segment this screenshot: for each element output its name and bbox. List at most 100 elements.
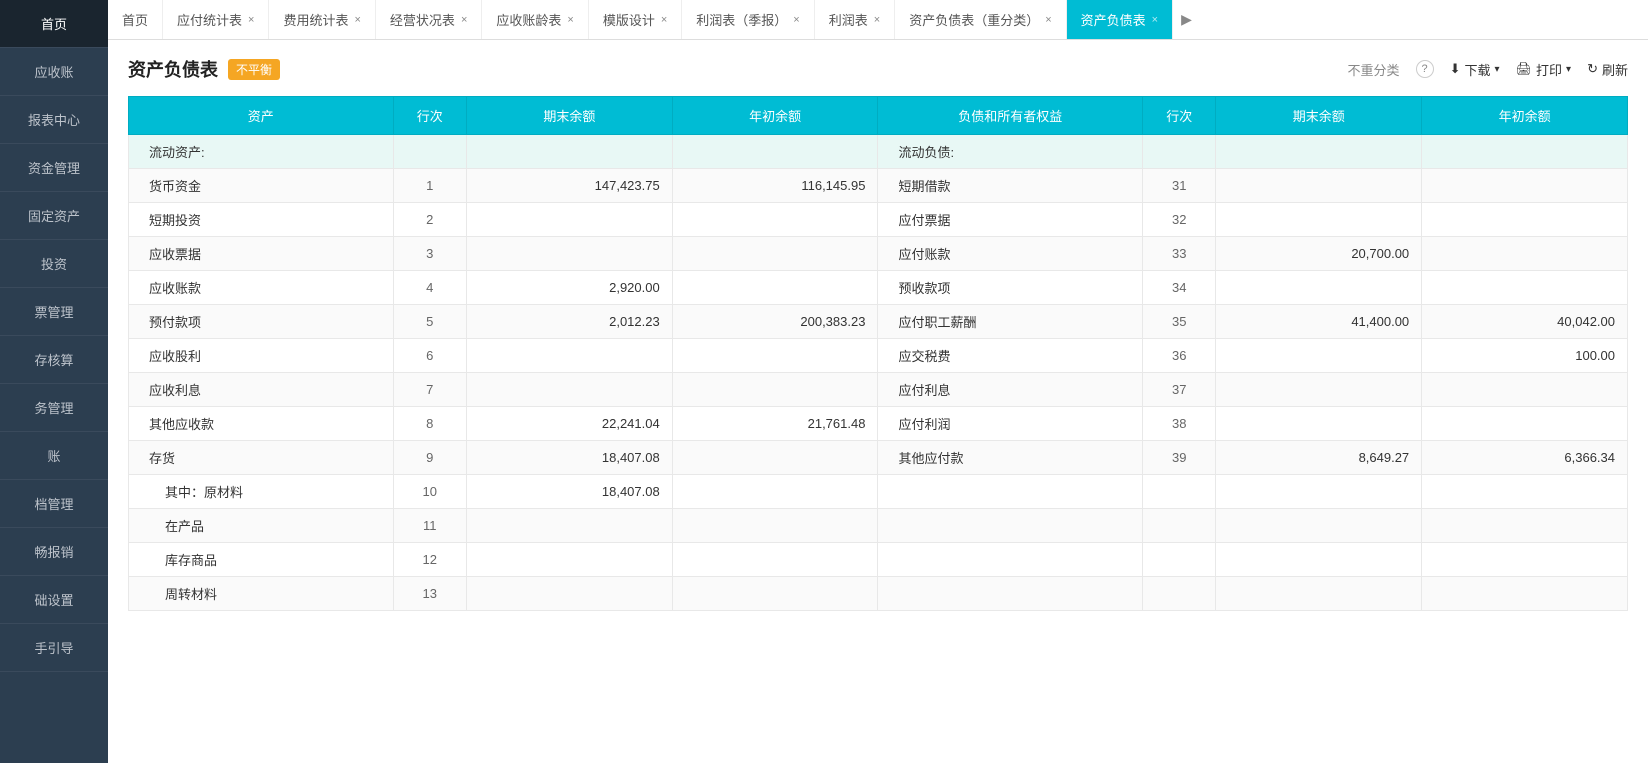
right-end-balance [1216, 339, 1422, 373]
download-button[interactable]: ⬇ 下载 ▾ [1450, 60, 1500, 79]
left-start-balance: 21,761.48 [672, 407, 878, 441]
close-tab-expense-stat[interactable]: × [354, 14, 360, 26]
right-row-num: 38 [1142, 407, 1215, 441]
sidebar-item-fixed-assets[interactable]: 固定资产 [0, 192, 108, 240]
left-label: 应收票据 [129, 237, 394, 271]
sidebar-item-home[interactable]: 首页 [0, 0, 108, 48]
right-row-num: 37 [1142, 373, 1215, 407]
left-start-balance [672, 339, 878, 373]
page-title: 资产负债表 [128, 56, 218, 82]
close-tab-profit-quarter[interactable]: × [793, 14, 799, 26]
print-chevron-icon: ▾ [1566, 64, 1571, 75]
table-row: 应收股利 6 应交税费 36 100.00 [129, 339, 1628, 373]
right-row-num [1142, 475, 1215, 509]
close-tab-ar-aging[interactable]: × [567, 14, 573, 26]
sidebar-item-bill[interactable]: 票管理 [0, 288, 108, 336]
tab-scroll-right[interactable]: ▶ [1173, 11, 1200, 28]
tab-balance-reclassified[interactable]: 资产负债表（重分类） × [895, 0, 1066, 40]
right-label: 预收款项 [878, 271, 1143, 305]
header-liability: 负债和所有者权益 [878, 97, 1143, 135]
right-end-balance [1216, 475, 1422, 509]
left-start-balance: 116,145.95 [672, 169, 878, 203]
right-row-num [1142, 509, 1215, 543]
table-row: 流动资产: 流动负债: [129, 135, 1628, 169]
close-tab-operation-stat[interactable]: × [461, 14, 467, 26]
left-start-balance [672, 475, 878, 509]
table-row: 在产品 11 [129, 509, 1628, 543]
close-tab-balance[interactable]: × [1152, 14, 1158, 26]
right-end-balance: 41,400.00 [1216, 305, 1422, 339]
tab-payable-stat[interactable]: 应付统计表 × [163, 0, 269, 40]
content-area: 资产负债表 不平衡 不重分类 ? ⬇ 下载 ▾ 🖨 打印 ▾ ↻ 刷新 [108, 40, 1648, 763]
tab-profit[interactable]: 利润表 × [815, 0, 895, 40]
left-end-balance [466, 373, 672, 407]
close-tab-payable-stat[interactable]: × [248, 14, 254, 26]
section-label-right: 流动负债: [878, 135, 1143, 169]
unbalanced-badge: 不平衡 [228, 59, 280, 80]
download-chevron-icon: ▾ [1494, 64, 1499, 75]
table-row: 库存商品 12 [129, 543, 1628, 577]
sidebar-item-ledger[interactable]: 账 [0, 432, 108, 480]
sidebar-item-task[interactable]: 务管理 [0, 384, 108, 432]
right-start-balance [1422, 577, 1628, 611]
sidebar-item-fund[interactable]: 资金管理 [0, 144, 108, 192]
right-start-balance [1422, 509, 1628, 543]
left-label: 其他应收款 [129, 407, 394, 441]
left-end-balance: 22,241.04 [466, 407, 672, 441]
main-area: 首页 应付统计表 × 费用统计表 × 经营状况表 × 应收账龄表 × 模版设计 … [108, 0, 1648, 763]
left-row-num: 6 [393, 339, 466, 373]
right-end-balance [1216, 169, 1422, 203]
right-label: 应付利息 [878, 373, 1143, 407]
close-tab-profit[interactable]: × [874, 14, 880, 26]
print-button[interactable]: 🖨 打印 ▾ [1516, 60, 1572, 79]
tab-expense-stat[interactable]: 费用统计表 × [269, 0, 375, 40]
sidebar-item-settings[interactable]: 础设置 [0, 576, 108, 624]
right-label: 应付账款 [878, 237, 1143, 271]
sidebar-item-guide[interactable]: 手引导 [0, 624, 108, 672]
right-end-balance: 20,700.00 [1216, 237, 1422, 271]
left-label: 其中：原材料 [129, 475, 394, 509]
left-end-balance: 2,920.00 [466, 271, 672, 305]
page-title-area: 资产负债表 不平衡 [128, 56, 280, 82]
sidebar-item-sales[interactable]: 畅报销 [0, 528, 108, 576]
right-label: 应付职工薪酬 [878, 305, 1143, 339]
right-start-balance [1422, 475, 1628, 509]
tab-operation-stat[interactable]: 经营状况表 × [376, 0, 482, 40]
right-row-num: 39 [1142, 441, 1215, 475]
right-row-num: 36 [1142, 339, 1215, 373]
right-start-balance: 6,366.34 [1422, 441, 1628, 475]
left-end-balance: 2,012.23 [466, 305, 672, 339]
left-start-balance [672, 441, 878, 475]
table-row: 应收利息 7 应付利息 37 [129, 373, 1628, 407]
page-header: 资产负债表 不平衡 不重分类 ? ⬇ 下载 ▾ 🖨 打印 ▾ ↻ 刷新 [128, 56, 1628, 82]
sidebar-item-receivable[interactable]: 应收账 [0, 48, 108, 96]
left-start-balance [672, 271, 878, 305]
left-end-balance [466, 543, 672, 577]
close-tab-template-design[interactable]: × [661, 14, 667, 26]
close-tab-balance-reclassified[interactable]: × [1045, 14, 1051, 26]
right-label: 应付利润 [878, 407, 1143, 441]
left-end-balance [466, 577, 672, 611]
left-label: 应收利息 [129, 373, 394, 407]
left-end-balance: 18,407.08 [466, 441, 672, 475]
tab-balance[interactable]: 资产负债表 × [1067, 0, 1173, 40]
right-row-num [1142, 543, 1215, 577]
right-end-balance [1216, 407, 1422, 441]
header-start-balance-left: 年初余额 [672, 97, 878, 135]
tab-ar-aging[interactable]: 应收账龄表 × [482, 0, 588, 40]
tab-profit-quarter[interactable]: 利润表（季报） × [682, 0, 814, 40]
tab-home[interactable]: 首页 [108, 0, 163, 40]
right-start-balance [1422, 373, 1628, 407]
sidebar-item-report-center[interactable]: 报表中心 [0, 96, 108, 144]
sidebar-item-archive[interactable]: 档管理 [0, 480, 108, 528]
left-row-num: 9 [393, 441, 466, 475]
tab-template-design[interactable]: 模版设计 × [589, 0, 682, 40]
table-row: 预付款项 5 2,012.23 200,383.23 应付职工薪酬 35 41,… [129, 305, 1628, 339]
sidebar-item-invest[interactable]: 投资 [0, 240, 108, 288]
help-icon[interactable]: ? [1416, 60, 1434, 78]
sidebar-item-inventory[interactable]: 存核算 [0, 336, 108, 384]
refresh-button[interactable]: ↻ 刷新 [1587, 60, 1628, 79]
left-end-balance [466, 237, 672, 271]
left-label: 库存商品 [129, 543, 394, 577]
right-end-balance [1216, 509, 1422, 543]
